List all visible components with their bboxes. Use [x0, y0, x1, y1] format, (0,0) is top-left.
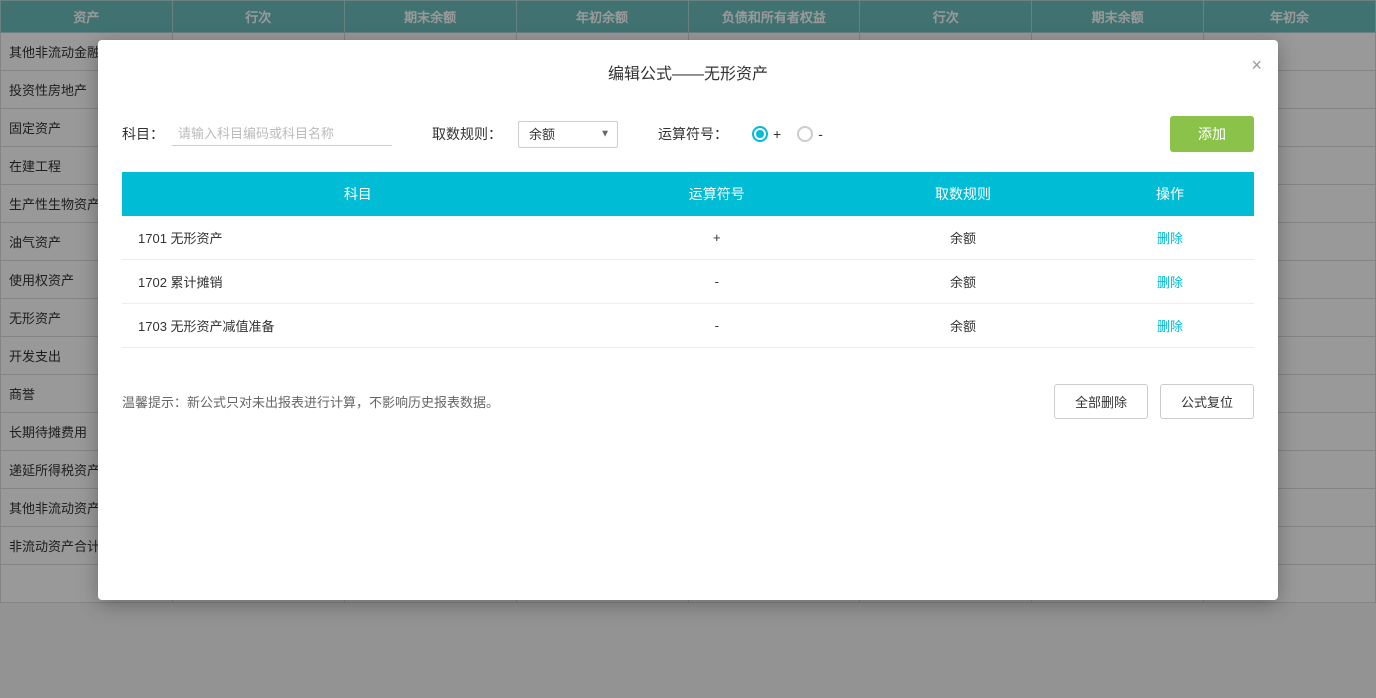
modal-dialog: 编辑公式——无形资产 × 科目： 取数规则： 余额 借方 贷方 借方发生额 贷方…: [98, 40, 1278, 600]
table-header-row: 科目 运算符号 取数规则 操作: [122, 172, 1254, 216]
form-row: 科目： 取数规则： 余额 借方 贷方 借方发生额 贷方发生额 ▼ 运算符号：: [98, 100, 1278, 172]
cell-rule: 余额: [840, 216, 1086, 260]
cell-operator: -: [594, 260, 840, 304]
cell-action: 删除: [1086, 304, 1254, 348]
operator-plus-label: +: [773, 126, 781, 142]
cell-rule: 余额: [840, 304, 1086, 348]
radio-minus-icon[interactable]: [797, 126, 813, 142]
delete-all-button[interactable]: 全部删除: [1054, 384, 1148, 419]
table-row: 1702 累计摊销-余额 删除: [122, 260, 1254, 304]
rule-section: 取数规则： 余额 借方 贷方 借方发生额 贷方发生额 ▼: [432, 121, 618, 148]
operator-minus-label: -: [818, 126, 823, 142]
cell-action: 删除: [1086, 216, 1254, 260]
modal-title: 编辑公式——无形资产: [608, 66, 768, 83]
footer-tip: 温馨提示：新公式只对未出报表进行计算，不影响历史报表数据。: [122, 392, 499, 411]
cell-action: 删除: [1086, 260, 1254, 304]
add-button[interactable]: 添加: [1170, 116, 1254, 152]
operator-minus-option[interactable]: -: [797, 126, 823, 142]
cell-operator: +: [594, 216, 840, 260]
rule-select-wrap: 余额 借方 贷方 借方发生额 贷方发生额 ▼: [518, 121, 618, 148]
cell-subject: 1702 累计摊销: [122, 260, 594, 304]
close-button[interactable]: ×: [1251, 56, 1262, 74]
delete-row-button[interactable]: 删除: [1157, 231, 1183, 246]
modal-overlay: 编辑公式——无形资产 × 科目： 取数规则： 余额 借方 贷方 借方发生额 贷方…: [0, 0, 1376, 698]
table-row: 1701 无形资产+余额 删除: [122, 216, 1254, 260]
table-row: 1703 无形资产减值准备-余额 删除: [122, 304, 1254, 348]
reset-button[interactable]: 公式复位: [1160, 384, 1254, 419]
cell-subject: 1701 无形资产: [122, 216, 594, 260]
modal-footer: 温馨提示：新公式只对未出报表进行计算，不影响历史报表数据。 全部删除 公式复位: [98, 364, 1278, 419]
modal-header: 编辑公式——无形资产 ×: [98, 40, 1278, 100]
rule-select[interactable]: 余额 借方 贷方 借方发生额 贷方发生额: [518, 121, 618, 148]
operator-label: 运算符号：: [658, 124, 728, 144]
col-header-subject: 科目: [122, 172, 594, 216]
operator-group: 运算符号： + -: [658, 124, 823, 144]
rule-label: 取数规则：: [432, 124, 502, 144]
subject-input[interactable]: [172, 122, 392, 146]
delete-row-button[interactable]: 删除: [1157, 319, 1183, 334]
footer-buttons: 全部删除 公式复位: [1054, 384, 1254, 419]
col-header-action: 操作: [1086, 172, 1254, 216]
radio-plus-icon[interactable]: [752, 126, 768, 142]
subject-label: 科目：: [122, 124, 164, 144]
operator-plus-option[interactable]: +: [752, 126, 781, 142]
col-header-rule: 取数规则: [840, 172, 1086, 216]
cell-subject: 1703 无形资产减值准备: [122, 304, 594, 348]
cell-operator: -: [594, 304, 840, 348]
delete-row-button[interactable]: 删除: [1157, 275, 1183, 290]
col-header-operator: 运算符号: [594, 172, 840, 216]
data-table-wrap: 科目 运算符号 取数规则 操作 1701 无形资产+余额删除1702 累计摊销-…: [98, 172, 1278, 348]
cell-rule: 余额: [840, 260, 1086, 304]
formula-table: 科目 运算符号 取数规则 操作 1701 无形资产+余额删除1702 累计摊销-…: [122, 172, 1254, 348]
